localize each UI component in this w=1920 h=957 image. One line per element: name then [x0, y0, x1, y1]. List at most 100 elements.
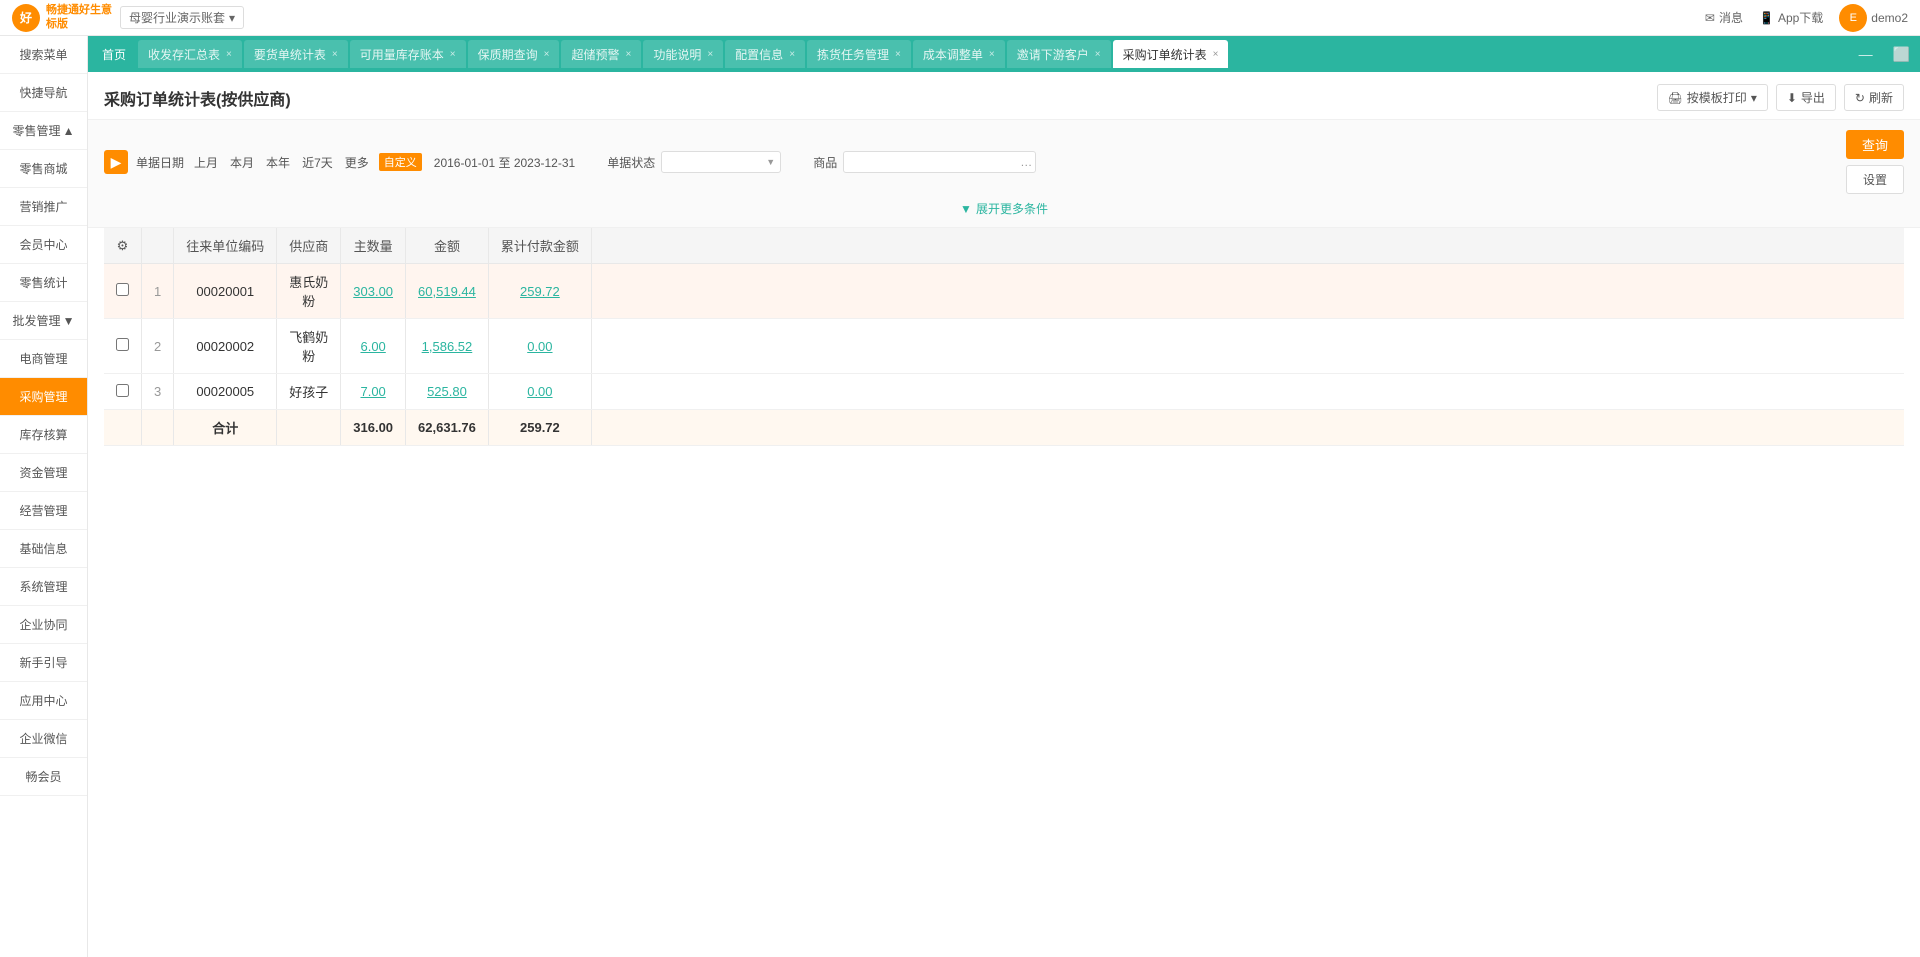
export-button[interactable]: ⬇ 导出 — [1776, 84, 1836, 111]
row-checkbox[interactable] — [104, 319, 142, 374]
tab-receive-summary[interactable]: 收发存汇总表 × — [138, 40, 242, 68]
sidebar-item-inventory[interactable]: 库存核算 — [0, 416, 87, 454]
sidebar-item-operations[interactable]: 经营管理 — [0, 492, 87, 530]
sidebar-item-ecommerce[interactable]: 电商管理 — [0, 340, 87, 378]
app-logo-icon: 好 — [12, 4, 40, 32]
table-row: 2 00020002 飞鹤奶粉 6.00 1,586.52 0.00 — [104, 319, 1904, 374]
row-amount[interactable]: 525.80 — [406, 374, 489, 410]
row-paid-amount[interactable]: 0.00 — [488, 374, 591, 410]
sidebar-item-member[interactable]: 会员中心 — [0, 226, 87, 264]
row-paid-amount[interactable]: 0.00 — [488, 319, 591, 374]
row-supplier: 惠氏奶粉 — [277, 264, 341, 319]
sidebar-item-purchase[interactable]: 采购管理 — [0, 378, 87, 416]
date-shortcut-7days[interactable]: 近7天 — [298, 152, 337, 173]
row-quantity[interactable]: 7.00 — [341, 374, 406, 410]
product-input[interactable] — [843, 151, 1036, 173]
print-icon: 🖨 — [1668, 91, 1683, 105]
sidebar-item-quicknav[interactable]: 快捷导航 — [0, 74, 87, 112]
tab-close-icon[interactable]: × — [450, 49, 456, 60]
message-button[interactable]: ✉ 消息 — [1705, 9, 1743, 26]
sidebar-item-wholesale[interactable]: 批发管理 ▼ — [0, 302, 87, 340]
row-checkbox[interactable] — [104, 374, 142, 410]
date-shortcut-last-month[interactable]: 上月 — [190, 152, 222, 173]
tab-inventory-account[interactable]: 可用量库存账本 × — [350, 40, 466, 68]
row-paid-amount[interactable]: 259.72 — [488, 264, 591, 319]
page-actions: 🖨 按模板打印 ▾ ⬇ 导出 ↻ 刷新 — [1657, 84, 1904, 111]
row-quantity[interactable]: 303.00 — [341, 264, 406, 319]
row-checkbox[interactable] — [104, 264, 142, 319]
template-print-button[interactable]: 🖨 按模板打印 ▾ — [1657, 84, 1768, 111]
sidebar-item-wechat[interactable]: 企业微信 — [0, 720, 87, 758]
tab-close-icon[interactable]: × — [989, 49, 995, 60]
nav-tabs: 首页 收发存汇总表 × 要货单统计表 × 可用量库存账本 × 保质期查询 × 超… — [88, 36, 1920, 72]
workspace-selector[interactable]: 母婴行业演示账套 ▾ — [120, 6, 244, 29]
tab-close-icon[interactable]: × — [625, 49, 631, 60]
settings-button[interactable]: 设置 — [1846, 165, 1904, 194]
tab-close-icon[interactable]: × — [707, 49, 713, 60]
row-amount[interactable]: 60,519.44 — [406, 264, 489, 319]
tab-warranty-query[interactable]: 保质期查询 × — [468, 40, 560, 68]
expand-more-button[interactable]: ▼ 展开更多条件 — [104, 200, 1904, 217]
status-select[interactable] — [661, 151, 781, 173]
tab-pick-task[interactable]: 拣货任务管理 × — [807, 40, 911, 68]
page-header: 采购订单统计表(按供应商) 🖨 按模板打印 ▾ ⬇ 导出 ↻ 刷新 — [88, 72, 1920, 120]
tab-close-icon[interactable]: × — [789, 49, 795, 60]
th-index — [142, 228, 174, 264]
sidebar-item-search[interactable]: 搜索菜单 — [0, 36, 87, 74]
filter-main-row: ▶ 单据日期 上月 本月 本年 近7天 更多 自定义 2016-01-01 至 … — [104, 130, 1904, 194]
sidebar-item-retail-stats[interactable]: 零售统计 — [0, 264, 87, 302]
date-filter-section: 单据日期 上月 本月 本年 近7天 更多 自定义 2016-01-01 至 20… — [136, 152, 575, 173]
refresh-button[interactable]: ↻ 刷新 — [1844, 84, 1904, 111]
tab-cost-adjust[interactable]: 成本调整单 × — [913, 40, 1005, 68]
row-amount[interactable]: 1,586.52 — [406, 319, 489, 374]
tab-purchase-summary[interactable]: 采购订单统计表 × — [1113, 40, 1229, 68]
sidebar-item-marketing[interactable]: 营销推广 — [0, 188, 87, 226]
avatar: E — [1839, 4, 1867, 32]
sidebar-item-retail[interactable]: 零售管理 ▲ — [0, 112, 87, 150]
minimize-button[interactable]: — — [1853, 44, 1879, 64]
date-shortcut-this-month[interactable]: 本月 — [226, 152, 258, 173]
footer-empty-3 — [277, 410, 341, 446]
tab-order-stats[interactable]: 要货单统计表 × — [244, 40, 348, 68]
top-bar: 好 畅捷通好生意 标版 母婴行业演示账套 ▾ ✉ 消息 📱 App下载 E de… — [0, 0, 1920, 36]
tab-close-icon[interactable]: × — [1095, 49, 1101, 60]
row-spacer — [591, 264, 1904, 319]
query-button[interactable]: 查询 — [1846, 130, 1904, 159]
tab-close-icon[interactable]: × — [895, 49, 901, 60]
sidebar-item-system[interactable]: 系统管理 — [0, 568, 87, 606]
top-bar-right: ✉ 消息 📱 App下载 E demo2 — [1705, 4, 1908, 32]
date-shortcut-this-year[interactable]: 本年 — [262, 152, 294, 173]
tab-close-icon[interactable]: × — [332, 49, 338, 60]
footer-paid-amount: 259.72 — [488, 410, 591, 446]
sidebar-item-enterprise[interactable]: 企业协同 — [0, 606, 87, 644]
sidebar-item-newbie[interactable]: 新手引导 — [0, 644, 87, 682]
sidebar-item-vip[interactable]: 畅会员 — [0, 758, 87, 796]
tab-invite-downstream[interactable]: 邀请下游客户 × — [1007, 40, 1111, 68]
sidebar-item-finance[interactable]: 资金管理 — [0, 454, 87, 492]
tab-home[interactable]: 首页 — [92, 40, 136, 68]
tab-config-info[interactable]: 配置信息 × — [725, 40, 805, 68]
sidebar-item-basic[interactable]: 基础信息 — [0, 530, 87, 568]
date-shortcut-more[interactable]: 更多 — [341, 152, 373, 173]
row-supplier: 好孩子 — [277, 374, 341, 410]
sidebar-item-retail-shop[interactable]: 零售商城 — [0, 150, 87, 188]
row-index: 1 — [142, 264, 174, 319]
tab-close-icon[interactable]: × — [1213, 49, 1219, 60]
maximize-button[interactable]: ⬜ — [1887, 44, 1916, 65]
user-profile[interactable]: E demo2 — [1839, 4, 1908, 32]
chevron-icon: ▼ — [63, 314, 75, 328]
more-icon[interactable]: … — [1020, 155, 1032, 169]
filter-toggle-button[interactable]: ▶ — [104, 150, 128, 174]
row-quantity[interactable]: 6.00 — [341, 319, 406, 374]
page-title: 采购订单统计表(按供应商) — [104, 86, 291, 110]
page-content: 采购订单统计表(按供应商) 🖨 按模板打印 ▾ ⬇ 导出 ↻ 刷新 — [88, 72, 1920, 957]
row-index: 2 — [142, 319, 174, 374]
sidebar-item-appcenter[interactable]: 应用中心 — [0, 682, 87, 720]
app-download-button[interactable]: 📱 App下载 — [1759, 9, 1823, 26]
tab-close-icon[interactable]: × — [544, 49, 550, 60]
table-row: 1 00020001 惠氏奶粉 303.00 60,519.44 259.72 — [104, 264, 1904, 319]
th-settings[interactable]: ⚙ — [104, 228, 142, 264]
tab-overstock-warning[interactable]: 超储预警 × — [561, 40, 641, 68]
tab-close-icon[interactable]: × — [226, 49, 232, 60]
tab-function-desc[interactable]: 功能说明 × — [643, 40, 723, 68]
